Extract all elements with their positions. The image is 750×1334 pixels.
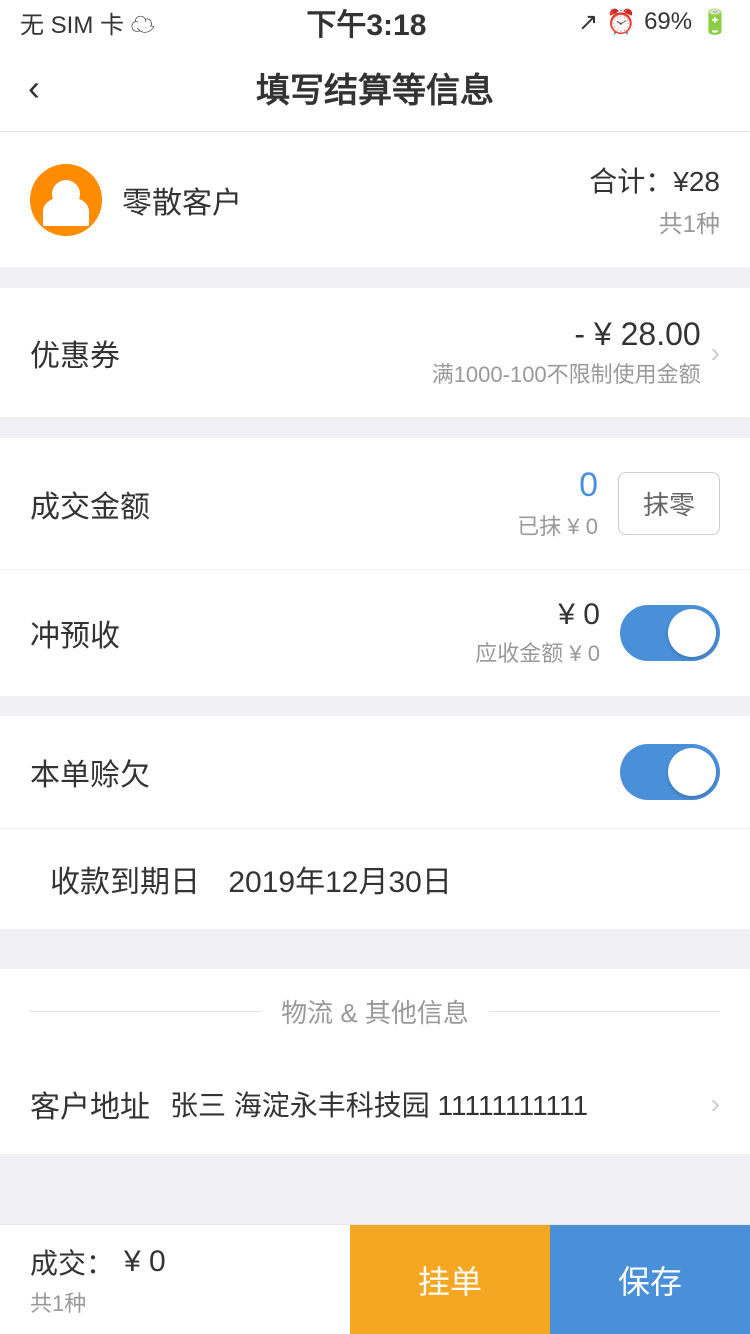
status-bar: 无 SIM 卡 ☁ 下午3:18 ↗ ⏰ 69% 🔋 <box>0 0 750 44</box>
customer-left: 零散客户 <box>30 164 242 236</box>
customer-name: 零散客户 <box>122 178 242 222</box>
deal-amount-value[interactable]: 0 <box>517 466 598 505</box>
bottom-info: 成交： ¥ 0 共1种 <box>0 1242 350 1318</box>
battery-level: 69% <box>644 8 692 36</box>
due-date-label: 收款到期日 <box>50 866 200 899</box>
divider-line-left <box>30 1011 261 1012</box>
toggle-knob <box>668 609 716 657</box>
deal-section: 成交金额 0 已抹 ¥ 0 抹零 冲预收 ¥ 0 应收金额 ¥ 0 <box>0 438 750 696</box>
logistics-label: 物流 & 其他信息 <box>281 993 469 1030</box>
content-area: 零散客户 合计：¥28 共1种 优惠券 - ¥ 28.00 满1000-100不… <box>0 132 750 1294</box>
nav-bar: ‹ 填写结算等信息 <box>0 44 750 132</box>
prepay-sub: 应收金额 ¥ 0 <box>475 636 600 668</box>
address-label: 客户地址 <box>30 1082 150 1126</box>
credit-toggle-knob <box>668 748 716 796</box>
address-chevron-icon: › <box>711 1088 720 1120</box>
hold-button[interactable]: 挂单 <box>350 1225 550 1334</box>
coupon-label: 优惠券 <box>30 331 120 375</box>
coupon-info: - ¥ 28.00 满1000-100不限制使用金额 <box>432 316 701 389</box>
avatar <box>30 164 102 236</box>
address-row[interactable]: 客户地址 张三 海淀永丰科技园 11111111111 › <box>0 1054 750 1154</box>
section-divider-2 <box>0 696 750 716</box>
status-left: 无 SIM 卡 ☁ <box>20 5 155 40</box>
prepay-amount-col: ¥ 0 应收金额 ¥ 0 <box>475 598 600 668</box>
page-title: 填写结算等信息 <box>256 63 494 112</box>
deal-amount-sub: 已抹 ¥ 0 <box>517 509 598 541</box>
total-amount: 合计：¥28 <box>589 160 720 200</box>
coupon-right: - ¥ 28.00 满1000-100不限制使用金额 › <box>432 316 720 389</box>
due-date-row: 收款到期日 2019年12月30日 <box>0 828 750 929</box>
divider-line-right <box>489 1011 720 1012</box>
deal-right: 0 已抹 ¥ 0 抹零 <box>517 466 720 541</box>
alarm-icon: ⏰ <box>606 8 636 37</box>
total-count: 共1种 <box>589 204 720 239</box>
prepay-row: 冲预收 ¥ 0 应收金额 ¥ 0 <box>0 570 750 696</box>
deal-amount-row: 成交金额 0 已抹 ¥ 0 抹零 <box>0 438 750 570</box>
customer-total: 合计：¥28 共1种 <box>589 160 720 239</box>
prepay-amount: ¥ 0 <box>475 598 600 632</box>
prepay-label: 冲预收 <box>30 611 120 655</box>
sim-status: 无 SIM 卡 ☁ <box>20 5 155 40</box>
save-button[interactable]: 保存 <box>550 1225 750 1334</box>
coupon-row[interactable]: 优惠券 - ¥ 28.00 满1000-100不限制使用金额 › <box>0 287 750 418</box>
location-icon: ↗ <box>578 8 598 37</box>
credit-row: 本单赊欠 <box>0 716 750 828</box>
logistics-divider: 物流 & 其他信息 <box>0 969 750 1054</box>
logistics-section: 物流 & 其他信息 客户地址 张三 海淀永丰科技园 11111111111 › <box>0 969 750 1154</box>
bottom-deal-label: 成交： <box>30 1242 114 1282</box>
chevron-right-icon: › <box>711 337 720 369</box>
bottom-deal-amount: ¥ 0 <box>124 1245 166 1279</box>
battery-icon: 🔋 <box>700 8 730 37</box>
credit-section: 本单赊欠 收款到期日 2019年12月30日 <box>0 716 750 929</box>
bottom-deal: 成交： ¥ 0 <box>30 1242 320 1282</box>
bottom-count: 共1种 <box>30 1286 320 1318</box>
round-button[interactable]: 抹零 <box>618 472 720 535</box>
customer-row: 零散客户 合计：¥28 共1种 <box>0 132 750 267</box>
deal-amount-col: 0 已抹 ¥ 0 <box>517 466 598 541</box>
bottom-bar: 成交： ¥ 0 共1种 挂单 保存 <box>0 1224 750 1334</box>
deal-amount-label: 成交金额 <box>30 482 150 526</box>
coupon-desc: 满1000-100不限制使用金额 <box>432 357 701 389</box>
prepay-toggle[interactable] <box>620 605 720 661</box>
section-divider-3 <box>0 949 750 969</box>
back-button[interactable]: ‹ <box>28 67 40 109</box>
credit-toggle[interactable] <box>620 744 720 800</box>
address-value: 张三 海淀永丰科技园 11111111111 <box>170 1084 711 1124</box>
due-date-value: 2019年12月30日 <box>228 866 451 899</box>
status-right: ↗ ⏰ 69% 🔋 <box>578 8 730 37</box>
status-time: 下午3:18 <box>306 0 426 44</box>
section-divider-1 <box>0 418 750 438</box>
prepay-right: ¥ 0 应收金额 ¥ 0 <box>475 598 720 668</box>
coupon-discount: - ¥ 28.00 <box>432 316 701 353</box>
credit-label: 本单赊欠 <box>30 750 150 794</box>
